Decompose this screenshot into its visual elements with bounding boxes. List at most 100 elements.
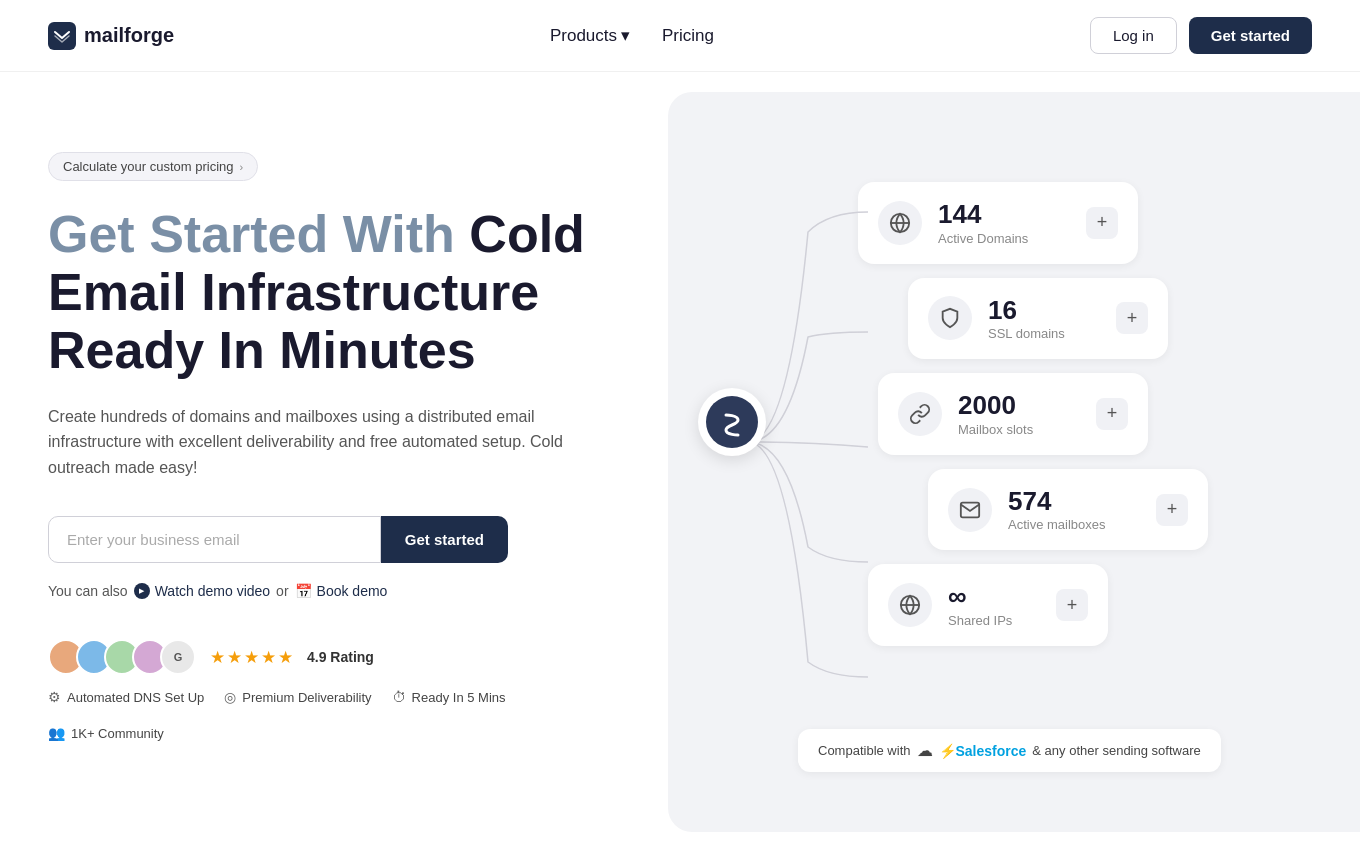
- pricing-label: Pricing: [662, 26, 714, 45]
- feature-dns-label: Automated DNS Set Up: [67, 690, 204, 705]
- login-button[interactable]: Log in: [1090, 17, 1177, 54]
- shared-ips-icon: [888, 583, 932, 627]
- shared-ips-label: Shared IPs: [948, 613, 1040, 628]
- or-text: or: [276, 583, 288, 599]
- compatible-bar: Compatible with ☁ ⚡Salesforce & any othe…: [798, 729, 1221, 772]
- watch-demo-label: Watch demo video: [155, 583, 270, 599]
- rating-text: 4.9 Rating: [307, 649, 374, 665]
- shared-ips-card: ∞ Shared IPs +: [868, 564, 1108, 646]
- connector-lines: [748, 132, 868, 792]
- nav-right: Log in Get started: [1090, 17, 1312, 54]
- title-part3: Ready In Minutes: [48, 321, 476, 379]
- stat-cards: 144 Active Domains + 16 SSL domains: [858, 182, 1292, 646]
- get-started-nav-button[interactable]: Get started: [1189, 17, 1312, 54]
- badge-text: Calculate your custom pricing: [63, 159, 234, 174]
- feature-community: 👥 1K+ Community: [48, 725, 164, 741]
- active-domains-plus-button[interactable]: +: [1086, 207, 1118, 239]
- chevron-down-icon: ▾: [621, 25, 630, 46]
- domain-icon: [878, 201, 922, 245]
- mailbox-slots-icon: [898, 392, 942, 436]
- mailbox-slots-plus-button[interactable]: +: [1096, 398, 1128, 430]
- salesforce-cloud-icon: ☁: [917, 741, 933, 760]
- feature-deliverability-label: Premium Deliverability: [242, 690, 371, 705]
- products-label: Products: [550, 26, 617, 46]
- navbar: mailforge Products ▾ Pricing Log in Get …: [0, 0, 1360, 72]
- deliverability-icon: ◎: [224, 689, 236, 705]
- nav-pricing[interactable]: Pricing: [650, 18, 726, 54]
- hero-description: Create hundreds of domains and mailboxes…: [48, 404, 568, 481]
- ssl-info: 16 SSL domains: [988, 296, 1100, 342]
- compatible-suffix: & any other sending software: [1032, 743, 1200, 758]
- active-mailboxes-card: 574 Active mailboxes +: [928, 469, 1208, 551]
- active-domains-number: 144: [938, 200, 1070, 229]
- feature-deliverability: ◎ Premium Deliverability: [224, 689, 371, 705]
- feature-ready: ⏱ Ready In 5 Mins: [392, 689, 506, 705]
- compatible-prefix: Compatible with: [818, 743, 911, 758]
- star-icon: ★: [210, 647, 225, 668]
- demo-links: You can also ▶ Watch demo video or 📅 Boo…: [48, 583, 628, 599]
- hero-title: Get Started With Cold Email Infrastructu…: [48, 205, 628, 380]
- compatible-section: Compatible with ☁ ⚡Salesforce & any othe…: [768, 713, 1292, 772]
- book-demo-link[interactable]: 📅 Book demo: [295, 583, 388, 599]
- active-domains-label: Active Domains: [938, 231, 1070, 246]
- hub-icon: [698, 388, 766, 456]
- hub-logo-icon: [716, 406, 748, 438]
- title-part1: Get Started With: [48, 205, 469, 263]
- dns-icon: ⚙: [48, 689, 61, 705]
- globe-icon: [889, 212, 911, 234]
- link-icon: [909, 403, 931, 425]
- hero-section: Calculate your custom pricing › Get Star…: [0, 72, 1360, 832]
- watch-demo-link[interactable]: ▶ Watch demo video: [134, 583, 270, 599]
- star-icon: ★: [261, 647, 276, 668]
- star-icon: ★: [278, 647, 293, 668]
- custom-pricing-badge[interactable]: Calculate your custom pricing ›: [48, 152, 258, 181]
- mailbox-slots-card: 2000 Mailbox slots +: [878, 373, 1148, 455]
- star-icon: ★: [244, 647, 259, 668]
- active-domains-card: 144 Active Domains +: [858, 182, 1138, 264]
- feature-community-label: 1K+ Community: [71, 726, 164, 741]
- shared-ips-info: ∞ Shared IPs: [948, 582, 1040, 628]
- network-icon: [899, 594, 921, 616]
- play-icon: ▶: [134, 583, 150, 599]
- logo[interactable]: mailforge: [48, 22, 174, 50]
- social-proof: G ★ ★ ★ ★ ★ 4.9 Rating ⚙ Automated DNS S…: [48, 639, 628, 741]
- clock-icon: ⏱: [392, 689, 406, 705]
- hero-left: Calculate your custom pricing › Get Star…: [48, 132, 628, 741]
- email-input[interactable]: [48, 516, 381, 563]
- avatars: G: [48, 639, 196, 675]
- logo-text: mailforge: [84, 24, 174, 47]
- features-row: ⚙ Automated DNS Set Up ◎ Premium Deliver…: [48, 689, 628, 741]
- star-rating: ★ ★ ★ ★ ★: [210, 647, 293, 668]
- avatar: G: [160, 639, 196, 675]
- hero-right: 144 Active Domains + 16 SSL domains: [668, 132, 1312, 792]
- mailbox-slots-number: 2000: [958, 391, 1080, 420]
- ssl-plus-button[interactable]: +: [1116, 302, 1148, 334]
- feature-dns: ⚙ Automated DNS Set Up: [48, 689, 204, 705]
- mail-icon: [959, 499, 981, 521]
- ssl-label: SSL domains: [988, 326, 1100, 341]
- mailbox-icon: [948, 488, 992, 532]
- mailbox-slots-label: Mailbox slots: [958, 422, 1080, 437]
- shared-ips-number: ∞: [948, 582, 1040, 611]
- ssl-icon: [928, 296, 972, 340]
- ssl-number: 16: [988, 296, 1100, 325]
- email-form: Get started: [48, 516, 508, 563]
- logo-icon: [48, 22, 76, 50]
- nav-products[interactable]: Products ▾: [538, 17, 642, 54]
- mailbox-slots-info: 2000 Mailbox slots: [958, 391, 1080, 437]
- shared-ips-plus-button[interactable]: +: [1056, 589, 1088, 621]
- nav-center: Products ▾ Pricing: [538, 17, 726, 54]
- active-mailboxes-number: 574: [1008, 487, 1140, 516]
- hub-inner: [706, 396, 758, 448]
- star-icon: ★: [227, 647, 242, 668]
- active-domains-info: 144 Active Domains: [938, 200, 1070, 246]
- active-mailboxes-label: Active mailboxes: [1008, 517, 1140, 532]
- get-started-button[interactable]: Get started: [381, 516, 508, 563]
- ssl-domains-card: 16 SSL domains +: [908, 278, 1168, 360]
- feature-ready-label: Ready In 5 Mins: [412, 690, 506, 705]
- shield-icon: [939, 307, 961, 329]
- active-mailboxes-plus-button[interactable]: +: [1156, 494, 1188, 526]
- community-icon: 👥: [48, 725, 65, 741]
- badge-chevron-icon: ›: [240, 161, 244, 173]
- demo-prefix: You can also: [48, 583, 128, 599]
